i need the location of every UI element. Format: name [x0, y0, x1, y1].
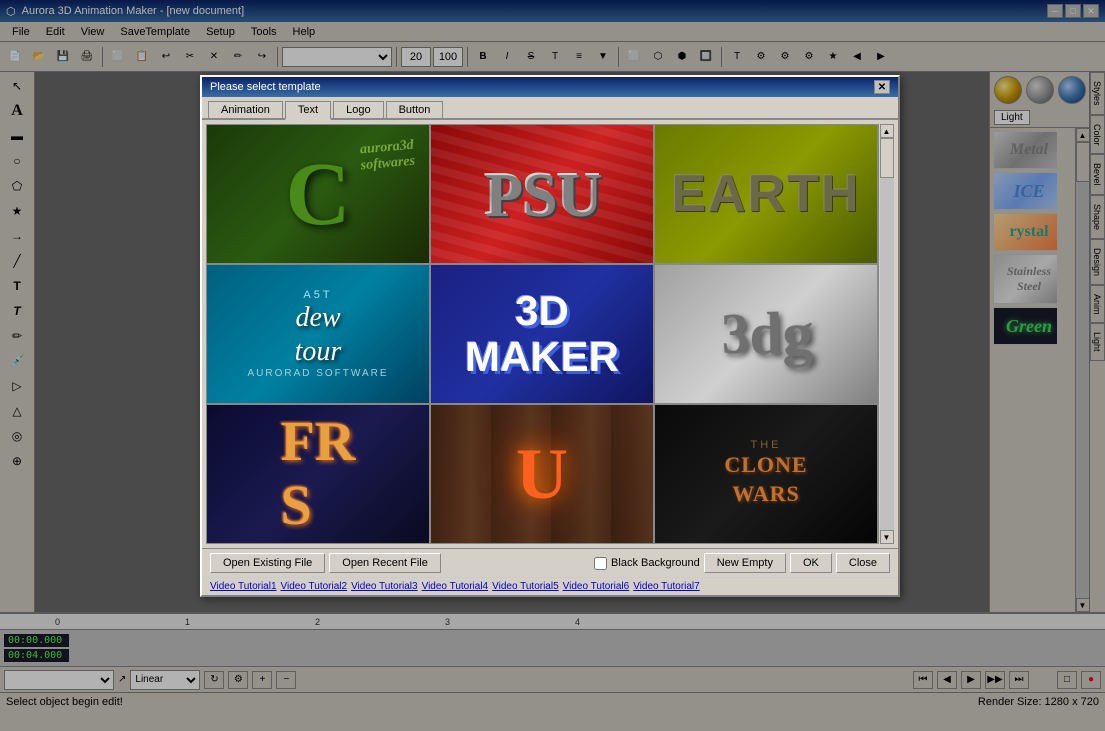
- modal-content: C aurora3dsoftwares PSU EARTH: [202, 120, 898, 548]
- modal-titlebar: Please select template ✕: [202, 77, 898, 97]
- close-modal-button[interactable]: Close: [836, 553, 890, 573]
- open-recent-button[interactable]: Open Recent File: [329, 553, 441, 573]
- tutorial-4[interactable]: Video Tutorial4: [422, 581, 489, 592]
- tutorial-7[interactable]: Video Tutorial7: [633, 581, 700, 592]
- template-grid: C aurora3dsoftwares PSU EARTH: [206, 124, 878, 544]
- template-scroll-up[interactable]: ▲: [880, 124, 894, 138]
- template-scroll-thumb[interactable]: [880, 138, 894, 178]
- tutorial-5[interactable]: Video Tutorial5: [492, 581, 559, 592]
- modal-tab-button[interactable]: Button: [386, 101, 444, 118]
- template-9[interactable]: THE CLONEWARS: [655, 405, 877, 543]
- black-bg-checkbox[interactable]: [594, 557, 607, 570]
- template-4[interactable]: A5T dewtour AURORAD SOFTWARE: [207, 265, 429, 403]
- modal-tab-logo[interactable]: Logo: [333, 101, 383, 118]
- black-bg-label: Black Background: [611, 557, 700, 569]
- tutorial-2[interactable]: Video Tutorial2: [281, 581, 348, 592]
- tutorial-1[interactable]: Video Tutorial1: [210, 581, 277, 592]
- template-scroll-track: [880, 138, 894, 530]
- modal-tab-text[interactable]: Text: [285, 101, 331, 120]
- template-6[interactable]: 3dg: [655, 265, 877, 403]
- template-scrollbar[interactable]: ▲ ▼: [878, 124, 894, 544]
- template-7[interactable]: FRS: [207, 405, 429, 543]
- new-empty-button[interactable]: New Empty: [704, 553, 786, 573]
- modal-close-button[interactable]: ✕: [874, 80, 890, 94]
- template-8[interactable]: U: [431, 405, 653, 543]
- modal-overlay: Please select template ✕ Animation Text …: [0, 0, 1105, 731]
- modal-dialog: Please select template ✕ Animation Text …: [200, 75, 900, 597]
- template-scroll-down[interactable]: ▼: [880, 530, 894, 544]
- modal-tab-animation[interactable]: Animation: [208, 101, 283, 118]
- modal-tabs: Animation Text Logo Button: [202, 97, 898, 120]
- template-3[interactable]: EARTH: [655, 125, 877, 263]
- modal-footer: Open Existing File Open Recent File Blac…: [202, 548, 898, 577]
- tutorial-6[interactable]: Video Tutorial6: [563, 581, 630, 592]
- template-2[interactable]: PSU: [431, 125, 653, 263]
- template-5[interactable]: 3DMAKER: [431, 265, 653, 403]
- template-1[interactable]: C aurora3dsoftwares: [207, 125, 429, 263]
- ok-button[interactable]: OK: [790, 553, 832, 573]
- modal-title: Please select template: [210, 81, 321, 93]
- tutorial-3[interactable]: Video Tutorial3: [351, 581, 418, 592]
- open-existing-button[interactable]: Open Existing File: [210, 553, 325, 573]
- tutorial-links: Video Tutorial1 Video Tutorial2 Video Tu…: [202, 577, 898, 595]
